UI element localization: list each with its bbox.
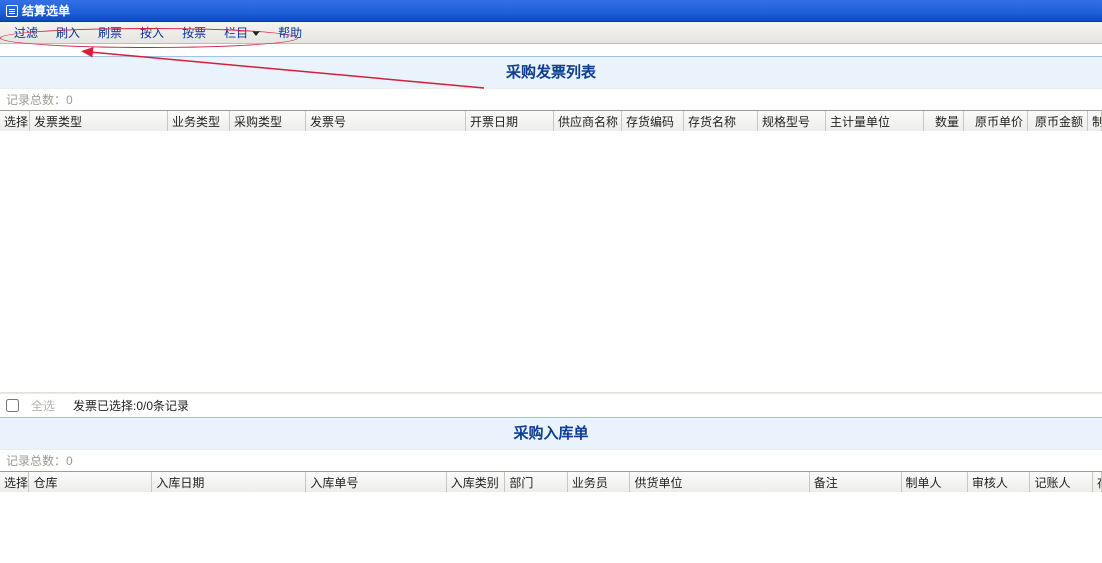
menu-columns[interactable]: 栏目 [216,24,268,42]
menu-shuapiao[interactable]: 刷票 [90,24,130,42]
window-titlebar: 结算选单 [0,0,1102,22]
inbound-title: 采购入库单 [0,417,1102,449]
col-issue-date[interactable]: 开票日期 [466,111,554,131]
invoice-selection-bar: 全选 发票已选择:0/0条记录 [0,393,1102,417]
window-title: 结算选单 [22,2,70,19]
invoice-grid-header: 选择 发票类型 业务类型 采购类型 发票号 开票日期 供应商名称 存货编码 存货… [0,110,1102,130]
col-more[interactable]: 制 [1088,111,1102,131]
invoice-record-count: 记录总数：0 [0,88,1102,110]
menu-filter-label: 过滤 [14,26,38,40]
menu-anru[interactable]: 按入 [132,24,172,42]
selected-count-label: 发票已选择:0/0条记录 [73,397,189,414]
inbound-grid-body[interactable] [0,491,1102,501]
select-all-checkbox[interactable] [6,399,19,412]
col2-select[interactable]: 选择 [0,472,29,492]
col-supplier[interactable]: 供应商名称 [554,111,622,131]
invoice-grid-body[interactable] [0,130,1102,393]
inbound-record-count: 记录总数：0 [0,449,1102,471]
col2-remark[interactable]: 备注 [810,472,902,492]
col-uom[interactable]: 主计量单位 [826,111,924,131]
invoice-list-title: 采购发票列表 [0,56,1102,88]
col2-maker[interactable]: 制单人 [902,472,968,492]
col-qty[interactable]: 数量 [924,111,964,131]
col2-operator[interactable]: 业务员 [568,472,631,492]
col-orig-price[interactable]: 原币单价 [964,111,1028,131]
col-select[interactable]: 选择 [0,111,30,131]
col2-warehouse[interactable]: 仓库 [29,472,152,492]
menu-anru-label: 按入 [140,26,164,40]
col-stock-name[interactable]: 存货名称 [684,111,758,131]
menu-help-label: 帮助 [278,26,302,40]
menu-shuapiao-label: 刷票 [98,26,122,40]
menu-bar: 过滤 刷入 刷票 按入 按票 栏目 帮助 [0,22,1102,44]
col2-stock-code[interactable]: 存货编码 [1093,472,1102,492]
menu-filter[interactable]: 过滤 [6,24,46,42]
col2-in-no[interactable]: 入库单号 [306,472,446,492]
col2-auditor[interactable]: 审核人 [968,472,1031,492]
menu-shuaru[interactable]: 刷入 [48,24,88,42]
col-spec[interactable]: 规格型号 [758,111,826,131]
menu-shuaru-label: 刷入 [56,26,80,40]
menu-anpiao-label: 按票 [182,26,206,40]
col2-dept[interactable]: 部门 [505,472,568,492]
window-icon [6,5,18,17]
col2-supplier[interactable]: 供货单位 [630,472,809,492]
col-invoice-no[interactable]: 发票号 [306,111,466,131]
menu-anpiao[interactable]: 按票 [174,24,214,42]
chevron-down-icon [252,31,260,36]
col-stock-code[interactable]: 存货编码 [622,111,684,131]
select-all-label: 全选 [31,397,55,414]
col-purchase-type[interactable]: 采购类型 [230,111,306,131]
col-biz-type[interactable]: 业务类型 [168,111,230,131]
col2-booker[interactable]: 记账人 [1030,472,1093,492]
menu-help[interactable]: 帮助 [270,24,310,42]
col2-in-type[interactable]: 入库类别 [447,472,506,492]
menu-columns-label: 栏目 [224,26,248,40]
col-orig-amt[interactable]: 原币金额 [1028,111,1088,131]
col2-in-date[interactable]: 入库日期 [152,472,306,492]
inbound-grid-header: 选择 仓库 入库日期 入库单号 入库类别 部门 业务员 供货单位 备注 制单人 … [0,471,1102,491]
col-invoice-type[interactable]: 发票类型 [30,111,168,131]
